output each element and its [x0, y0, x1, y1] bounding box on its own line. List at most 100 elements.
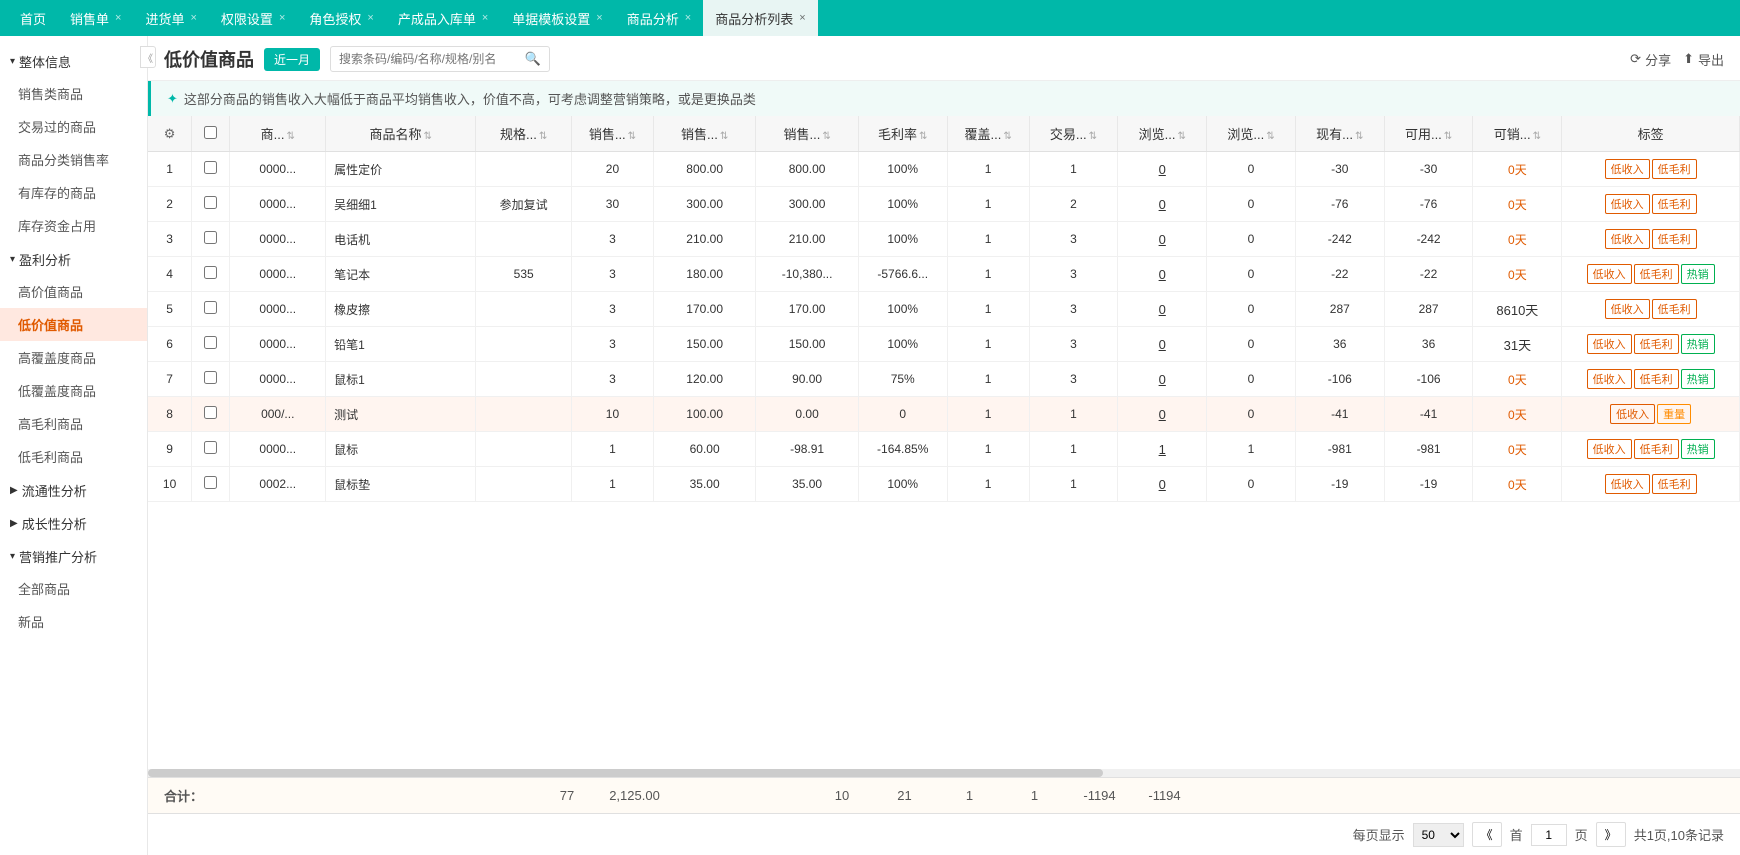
first-page-button[interactable]: 《: [1472, 822, 1502, 847]
sidebar-item-new-products[interactable]: 新品: [0, 605, 147, 638]
col-header-name[interactable]: 商品名称⇅: [326, 116, 476, 152]
sidebar-group-marketing[interactable]: ▾ 营销推广分析: [0, 539, 147, 572]
row-view1[interactable]: 0: [1118, 257, 1207, 292]
search-input[interactable]: [339, 52, 519, 66]
row-select-checkbox[interactable]: [204, 161, 217, 174]
close-icon[interactable]: ×: [685, 12, 691, 24]
row-view1[interactable]: 0: [1118, 222, 1207, 257]
sidebar-group-flow[interactable]: ▶ 流通性分析: [0, 473, 147, 506]
nav-item-stock-in[interactable]: 产成品入库单 ×: [386, 0, 500, 36]
row-select-checkbox[interactable]: [204, 406, 217, 419]
settings-column-header[interactable]: ⚙: [148, 116, 192, 152]
nav-item-permissions[interactable]: 权限设置 ×: [209, 0, 297, 36]
horizontal-scrollbar[interactable]: [148, 769, 1740, 777]
view1-link[interactable]: 0: [1159, 232, 1166, 247]
sidebar-item-high-margin[interactable]: 高毛利商品: [0, 407, 147, 440]
sidebar-item-all-products[interactable]: 全部商品: [0, 572, 147, 605]
per-page-select[interactable]: 50 100: [1413, 823, 1464, 847]
view1-link[interactable]: 0: [1159, 337, 1166, 352]
sidebar-item-stock-capital[interactable]: 库存资金占用: [0, 209, 147, 242]
col-header-sales-qty[interactable]: 销售...⇅: [571, 116, 653, 152]
row-select-checkbox[interactable]: [204, 196, 217, 209]
sidebar-item-stocked-products[interactable]: 有库存的商品: [0, 176, 147, 209]
row-checkbox[interactable]: [192, 292, 230, 327]
sidebar-item-sales-products[interactable]: 销售类商品: [0, 77, 147, 110]
close-icon[interactable]: ×: [367, 12, 373, 24]
nav-item-template[interactable]: 单据模板设置 ×: [500, 0, 614, 36]
col-header-trade[interactable]: 交易...⇅: [1029, 116, 1118, 152]
view1-link[interactable]: 0: [1159, 267, 1166, 282]
row-view1[interactable]: 0: [1118, 152, 1207, 187]
close-icon[interactable]: ×: [799, 12, 805, 24]
view1-link[interactable]: 1: [1159, 442, 1166, 457]
select-all-checkbox[interactable]: [204, 126, 217, 139]
view1-link[interactable]: 0: [1159, 477, 1166, 492]
col-header-spec[interactable]: 规格...⇅: [476, 116, 572, 152]
close-icon[interactable]: ×: [190, 12, 196, 24]
sidebar-item-high-coverage[interactable]: 高覆盖度商品: [0, 341, 147, 374]
nav-item-sales[interactable]: 销售单 ×: [58, 0, 133, 36]
view1-link[interactable]: 0: [1159, 372, 1166, 387]
col-header-sales-amt[interactable]: 销售...⇅: [653, 116, 755, 152]
row-select-checkbox[interactable]: [204, 476, 217, 489]
nav-item-purchase[interactable]: 进货单 ×: [133, 0, 208, 36]
row-checkbox[interactable]: [192, 467, 230, 502]
sidebar-item-category-sales-rate[interactable]: 商品分类销售率: [0, 143, 147, 176]
col-header-view2[interactable]: 浏览...⇅: [1207, 116, 1296, 152]
view1-link[interactable]: 0: [1159, 197, 1166, 212]
sidebar-item-low-coverage[interactable]: 低覆盖度商品: [0, 374, 147, 407]
period-button[interactable]: 近一月: [264, 48, 320, 71]
sidebar-group-growth[interactable]: ▶ 成长性分析: [0, 506, 147, 539]
row-select-checkbox[interactable]: [204, 371, 217, 384]
close-icon[interactable]: ×: [596, 12, 602, 24]
row-checkbox[interactable]: [192, 432, 230, 467]
nav-item-roles[interactable]: 角色授权 ×: [297, 0, 385, 36]
col-header-sales-avg[interactable]: 销售...⇅: [756, 116, 858, 152]
nav-item-product-analysis-list[interactable]: 商品分析列表 ×: [703, 0, 817, 36]
scrollbar-thumb[interactable]: [148, 769, 1103, 777]
nav-item-product-analysis[interactable]: 商品分析 ×: [615, 0, 703, 36]
view1-link[interactable]: 0: [1159, 162, 1166, 177]
search-icon[interactable]: 🔍: [525, 51, 541, 67]
row-view1[interactable]: 0: [1118, 292, 1207, 327]
nav-item-home[interactable]: 首页: [8, 0, 58, 36]
col-header-stock3[interactable]: 可销...⇅: [1473, 116, 1562, 152]
sidebar-group-overall[interactable]: ▾ 整体信息: [0, 44, 147, 77]
close-icon[interactable]: ×: [115, 12, 121, 24]
export-button[interactable]: ⬆ 导出: [1683, 50, 1724, 69]
col-header-cover[interactable]: 覆盖...⇅: [947, 116, 1029, 152]
page-number-input[interactable]: [1531, 824, 1567, 846]
view1-link[interactable]: 0: [1159, 302, 1166, 317]
close-icon[interactable]: ×: [279, 12, 285, 24]
row-checkbox[interactable]: [192, 152, 230, 187]
col-header-margin[interactable]: 毛利率⇅: [858, 116, 947, 152]
sidebar-group-profit[interactable]: ▾ 盈利分析: [0, 242, 147, 275]
row-select-checkbox[interactable]: [204, 301, 217, 314]
sidebar-item-traded-products[interactable]: 交易过的商品: [0, 110, 147, 143]
col-header-stock1[interactable]: 现有...⇅: [1295, 116, 1384, 152]
row-view1[interactable]: 0: [1118, 362, 1207, 397]
next-page-button[interactable]: 》: [1596, 822, 1626, 847]
row-select-checkbox[interactable]: [204, 231, 217, 244]
row-view1[interactable]: 1: [1118, 432, 1207, 467]
checkbox-column-header[interactable]: [192, 116, 230, 152]
col-header-view1[interactable]: 浏览...⇅: [1118, 116, 1207, 152]
sidebar-item-high-value[interactable]: 高价值商品: [0, 275, 147, 308]
share-button[interactable]: ⟳ 分享: [1630, 50, 1671, 69]
view1-link[interactable]: 0: [1159, 407, 1166, 422]
col-header-code[interactable]: 商...⇅: [230, 116, 326, 152]
sidebar-item-low-value[interactable]: 低价值商品: [0, 308, 147, 341]
col-header-stock2[interactable]: 可用...⇅: [1384, 116, 1473, 152]
row-checkbox[interactable]: [192, 222, 230, 257]
row-checkbox[interactable]: [192, 397, 230, 432]
row-checkbox[interactable]: [192, 327, 230, 362]
row-view1[interactable]: 0: [1118, 397, 1207, 432]
row-checkbox[interactable]: [192, 257, 230, 292]
sidebar-collapse-button[interactable]: 《: [140, 46, 156, 68]
row-view1[interactable]: 0: [1118, 467, 1207, 502]
row-select-checkbox[interactable]: [204, 336, 217, 349]
close-icon[interactable]: ×: [482, 12, 488, 24]
row-checkbox[interactable]: [192, 187, 230, 222]
row-select-checkbox[interactable]: [204, 441, 217, 454]
sidebar-item-low-margin[interactable]: 低毛利商品: [0, 440, 147, 473]
